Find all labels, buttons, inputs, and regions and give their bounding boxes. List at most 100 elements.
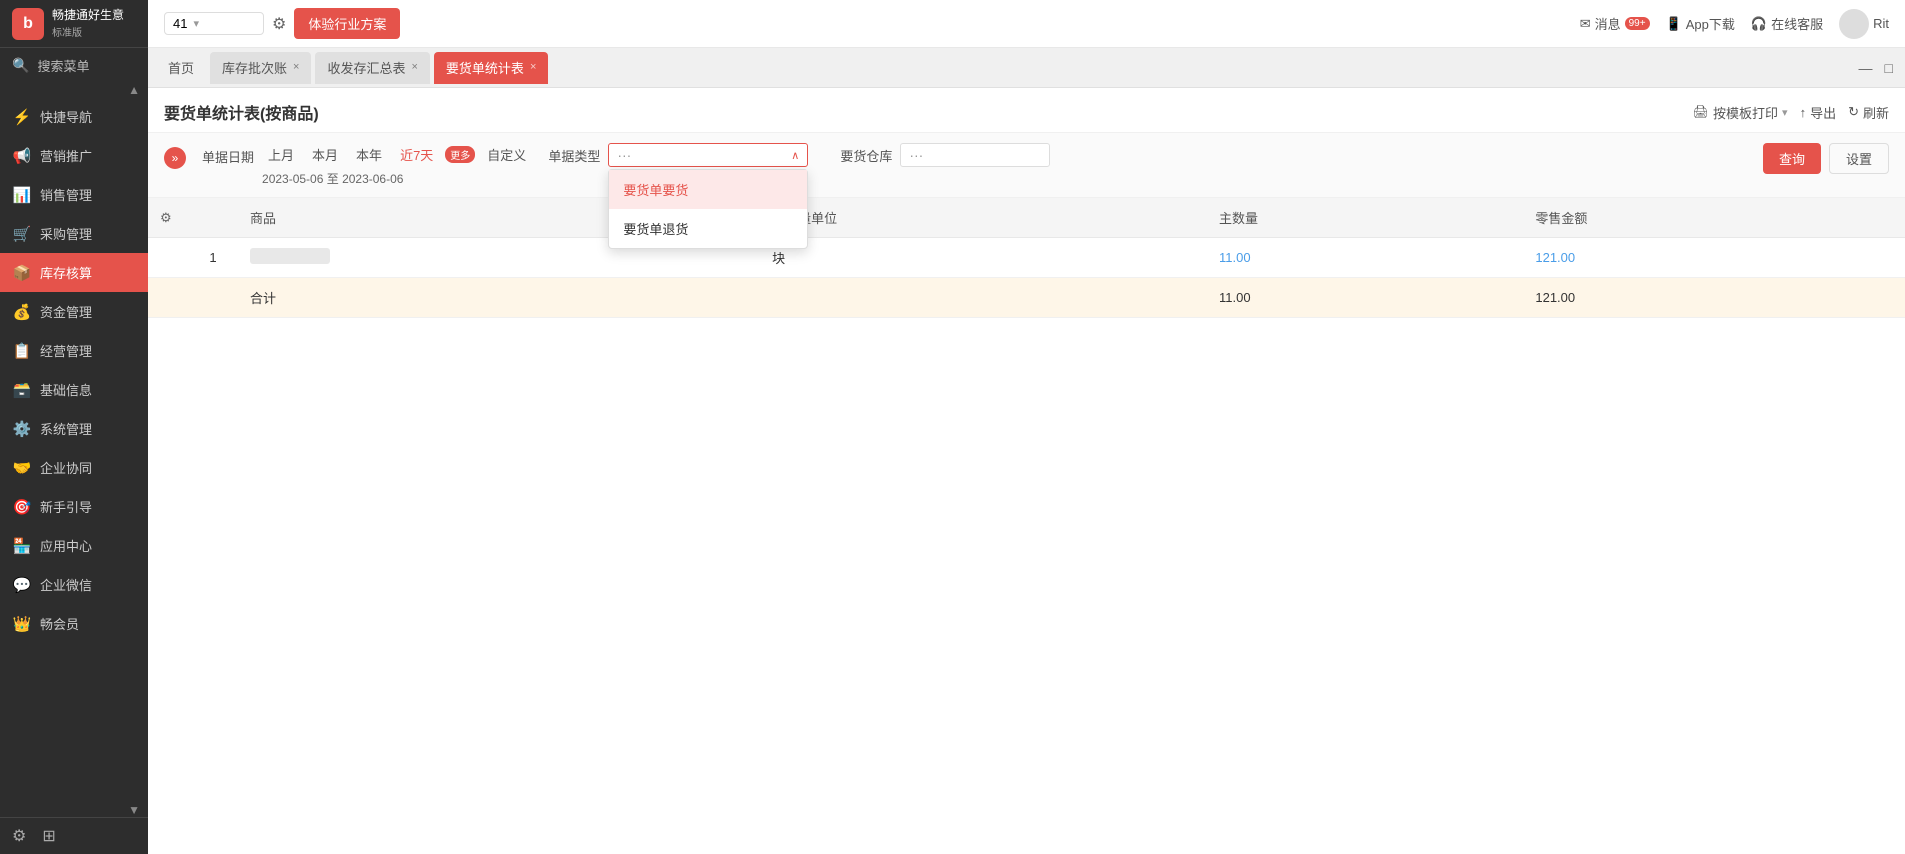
topbar-gear-button[interactable]: ⚙ <box>272 14 286 34</box>
topbar-left: 41 ▾ ⚙ 体验行业方案 <box>164 8 1568 39</box>
tab-maximize-button[interactable]: □ <box>1881 58 1897 78</box>
app-download-item[interactable]: 📱 App下载 <box>1666 14 1735 33</box>
data-table: ⚙ 商品 主计量单位 主数量 零售金额 1 <box>148 198 1905 318</box>
type-more-icon: ··· <box>617 147 631 163</box>
sidebar: b 畅捷通好生意 标准版 🔍 搜索菜单 ▲ ⚡ 快捷导航 📢 营销推广 📊 销售… <box>0 0 148 854</box>
date-btn-last-month[interactable]: 上月 <box>262 143 300 166</box>
total-amount-cell: 121.00 <box>1523 278 1905 318</box>
sidebar-settings-icon[interactable]: ⚙ <box>12 826 26 846</box>
nav-label-guide: 新手引导 <box>40 497 136 516</box>
sidebar-item-quick-nav[interactable]: ⚡ 快捷导航 <box>0 97 148 136</box>
online-service-item[interactable]: 🎧 在线客服 <box>1751 14 1823 33</box>
nav-label-system: 系统管理 <box>40 419 136 438</box>
sidebar-expand-icon[interactable]: ⊞ <box>42 826 55 846</box>
sidebar-item-marketing[interactable]: 📢 营销推广 <box>0 136 148 175</box>
print-chevron-icon: ▾ <box>1782 106 1788 119</box>
date-btn-7days[interactable]: 近7天 <box>394 143 439 166</box>
nav-label-marketing: 营销推广 <box>40 146 136 165</box>
sidebar-item-inventory[interactable]: 📦 库存核算 <box>0 253 148 292</box>
expand-filter-button[interactable]: » <box>164 147 186 169</box>
tab-receivable-summary[interactable]: 收发存汇总表 × <box>315 52 429 84</box>
appstore-icon: 🏪 <box>12 537 32 555</box>
tab-order-stats[interactable]: 要货单统计表 × <box>434 52 548 84</box>
sidebar-item-wechat[interactable]: 💬 企业微信 <box>0 565 148 604</box>
sidebar-scroll-up[interactable]: ▲ <box>128 83 140 97</box>
total-settings-cell <box>148 278 188 318</box>
sidebar-scroll-down[interactable]: ▼ <box>128 803 140 817</box>
date-filter-label: 单据日期 <box>202 143 254 166</box>
print-button[interactable]: 🖨 按模板打印 ▾ <box>1693 103 1788 122</box>
tab-inventory-batch-close[interactable]: × <box>293 62 299 73</box>
tab-order-stats-close[interactable]: × <box>530 62 536 73</box>
settings-button[interactable]: 设置 <box>1829 143 1889 174</box>
tab-inventory-batch[interactable]: 库存批次账 × <box>210 52 311 84</box>
tab-home-label: 首页 <box>168 58 194 77</box>
col-quantity-header: 主数量 <box>1207 198 1523 238</box>
app-name: 畅捷通好生意 <box>52 8 124 24</box>
basic-icon: 🗃️ <box>12 381 32 399</box>
col-amount-header: 零售金额 <box>1523 198 1905 238</box>
store-chevron-icon: ▾ <box>193 17 199 30</box>
row-quantity-cell: 11.00 <box>1207 238 1523 278</box>
system-icon: ⚙️ <box>12 420 32 438</box>
date-btn-this-year[interactable]: 本年 <box>350 143 388 166</box>
trial-button[interactable]: 体验行业方案 <box>294 8 400 39</box>
refresh-icon: ↻ <box>1848 104 1859 120</box>
store-selector[interactable]: 41 ▾ <box>164 12 264 35</box>
print-icon: 🖨 <box>1693 104 1710 120</box>
nav-label-basic: 基础信息 <box>40 380 136 399</box>
sales-icon: 📊 <box>12 186 32 204</box>
quantity-link[interactable]: 11.00 <box>1219 250 1251 265</box>
operation-icon: 📋 <box>12 342 32 360</box>
sidebar-item-purchase[interactable]: 🛒 采购管理 <box>0 214 148 253</box>
user-avatar-item[interactable]: Rit <box>1839 9 1889 39</box>
export-button[interactable]: ↑ 导出 <box>1800 103 1837 122</box>
column-settings-icon[interactable]: ⚙ <box>160 210 172 225</box>
type-select-box[interactable]: ··· ∧ <box>608 143 808 167</box>
col-unit-header: 主计量单位 <box>760 198 1207 238</box>
query-button[interactable]: 查询 <box>1763 143 1821 174</box>
search-menu[interactable]: 🔍 搜索菜单 <box>0 48 148 83</box>
date-btn-this-month[interactable]: 本月 <box>306 143 344 166</box>
sidebar-item-finance[interactable]: 💰 资金管理 <box>0 292 148 331</box>
dropdown-item-order-delivery[interactable]: 要货单要货 <box>609 170 807 209</box>
product-placeholder <box>250 248 330 264</box>
sidebar-item-appstore[interactable]: 🏪 应用中心 <box>0 526 148 565</box>
inventory-icon: 📦 <box>12 264 32 282</box>
messages-item[interactable]: ✉ 消息 99+ <box>1580 14 1650 33</box>
tab-receivable-summary-close[interactable]: × <box>411 62 417 73</box>
type-select-wrapper: ··· ∧ 要货单要货 要货单退货 <box>608 143 808 167</box>
row-amount-cell: 121.00 <box>1523 238 1905 278</box>
refresh-button[interactable]: ↻ 刷新 <box>1848 103 1889 122</box>
sidebar-item-basic[interactable]: 🗃️ 基础信息 <box>0 370 148 409</box>
col-settings-header: ⚙ <box>148 198 188 238</box>
tabs-actions: — □ <box>1855 58 1897 78</box>
tab-home[interactable]: 首页 <box>156 52 206 84</box>
sidebar-item-member[interactable]: 👑 畅会员 <box>0 604 148 643</box>
sidebar-item-operation[interactable]: 📋 经营管理 <box>0 331 148 370</box>
member-icon: 👑 <box>12 615 32 633</box>
amount-link[interactable]: 121.00 <box>1535 250 1575 265</box>
sidebar-item-sales[interactable]: 📊 销售管理 <box>0 175 148 214</box>
tab-minimize-button[interactable]: — <box>1855 58 1877 78</box>
warehouse-label: 要货仓库 <box>840 146 892 165</box>
warehouse-select[interactable]: ··· <box>900 143 1050 167</box>
sidebar-bottom: ⚙ ⊞ <box>0 817 148 854</box>
dropdown-item-order-return[interactable]: 要货单退货 <box>609 209 807 248</box>
refresh-label: 刷新 <box>1863 103 1889 122</box>
sidebar-item-corp[interactable]: 🤝 企业协同 <box>0 448 148 487</box>
search-label: 搜索菜单 <box>37 56 89 75</box>
guide-icon: 🎯 <box>12 498 32 516</box>
sidebar-item-system[interactable]: ⚙️ 系统管理 <box>0 409 148 448</box>
tabs-bar: 首页 库存批次账 × 收发存汇总表 × 要货单统计表 × — □ <box>148 48 1905 88</box>
total-unit-cell <box>760 278 1207 318</box>
topbar: 41 ▾ ⚙ 体验行业方案 ✉ 消息 99+ 📱 App下载 🎧 在线客服 R <box>148 0 1905 48</box>
table-head: ⚙ 商品 主计量单位 主数量 零售金额 <box>148 198 1905 238</box>
sidebar-item-guide[interactable]: 🎯 新手引导 <box>0 487 148 526</box>
date-more-badge[interactable]: 更多 <box>445 146 475 163</box>
date-btn-custom[interactable]: 自定义 <box>481 143 532 166</box>
search-icon: 🔍 <box>12 57 29 74</box>
page-header: 要货单统计表(按商品) 🖨 按模板打印 ▾ ↑ 导出 ↻ 刷新 <box>148 88 1905 133</box>
message-icon: ✉ <box>1580 16 1591 32</box>
logo-icon: b <box>12 8 44 40</box>
